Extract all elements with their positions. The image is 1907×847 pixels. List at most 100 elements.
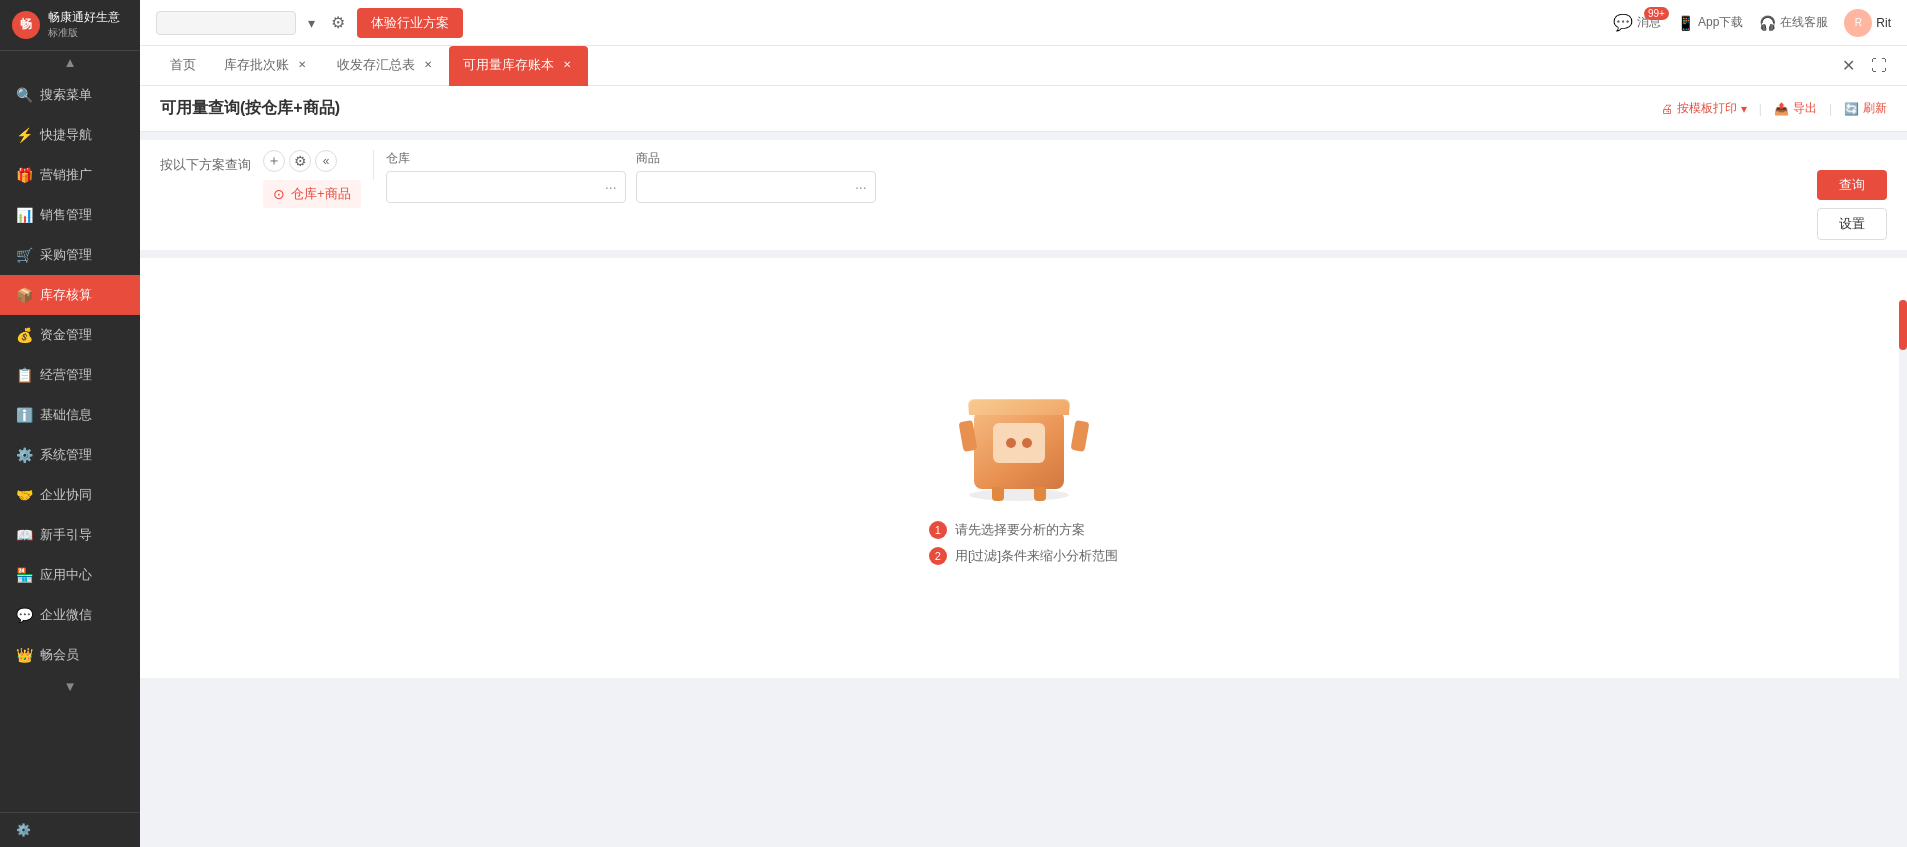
app-download-label: App下载 [1698, 14, 1743, 31]
goods-input[interactable] [645, 180, 855, 195]
refresh-icon: 🔄 [1844, 102, 1859, 116]
tip-num-1: 1 [929, 521, 947, 539]
tab-batch-accounts[interactable]: 库存批次账 ✕ [210, 46, 323, 86]
page-content: 可用量查询(按仓库+商品) 🖨 按模板打印 ▾ | 📤 导出 | 🔄 [140, 86, 1907, 847]
tab-stock-summary[interactable]: 收发存汇总表 ✕ [323, 46, 449, 86]
topbar-search-input[interactable] [156, 11, 296, 35]
sidebar-item-label: 应用中心 [40, 566, 92, 584]
phone-icon: 📱 [1677, 15, 1694, 31]
eye-left [1006, 438, 1016, 448]
sidebar-item-label: 系统管理 [40, 446, 92, 464]
sidebar-scroll-up[interactable]: ▲ [0, 51, 140, 75]
store-icon: 🏪 [16, 567, 32, 583]
warehouse-input-wrap: ··· [386, 171, 626, 203]
sidebar-item-wechat[interactable]: 💬 企业微信 [0, 595, 140, 635]
illustration-box [974, 411, 1064, 489]
book-icon: 📖 [16, 527, 32, 543]
user-profile[interactable]: R Rit [1844, 9, 1891, 37]
scheme-panel: ＋ ⚙ « ⊙ 仓库+商品 [263, 150, 361, 208]
sidebar-item-inventory[interactable]: 📦 库存核算 [0, 275, 140, 315]
sidebar: 畅 畅康通好生意 标准版 ▲ 🔍 搜索菜单 ⚡ 快捷导航 🎁 营销推广 📊 销售… [0, 0, 140, 847]
box-icon: 📦 [16, 287, 32, 303]
sidebar-item-basic[interactable]: ℹ️ 基础信息 [0, 395, 140, 435]
clipboard-icon: 📋 [16, 367, 32, 383]
sidebar-item-marketing[interactable]: 🎁 营销推广 [0, 155, 140, 195]
leg-left [992, 487, 1004, 501]
tab-maximize-btn[interactable]: ⛶ [1867, 53, 1891, 79]
chat-icon: 💬 [16, 607, 32, 623]
sidebar-item-label: 库存核算 [40, 286, 92, 304]
sidebar-item-operations[interactable]: 📋 经营管理 [0, 355, 140, 395]
export-btn[interactable]: 📤 导出 [1774, 100, 1817, 117]
tip-text-1: 请先选择要分析的方案 [955, 521, 1085, 539]
filter-field-goods: 商品 ··· [636, 150, 876, 203]
right-scrollbar-thumb[interactable] [1899, 300, 1907, 350]
sidebar-item-system[interactable]: ⚙️ 系统管理 [0, 435, 140, 475]
sidebar-item-sales[interactable]: 📊 销售管理 [0, 195, 140, 235]
refresh-btn[interactable]: 🔄 刷新 [1844, 100, 1887, 117]
add-scheme-btn[interactable]: ＋ [263, 150, 285, 172]
gift-icon: 🎁 [16, 167, 32, 183]
tab-batch-accounts-close[interactable]: ✕ [295, 58, 309, 72]
settings-icon: ⚙️ [16, 823, 31, 837]
export-icon: 📤 [1774, 102, 1789, 116]
illustration-lid [967, 399, 1069, 415]
filter-row-1: 仓库 ··· 商品 ··· [386, 150, 1789, 203]
online-service-action[interactable]: 🎧 在线客服 [1759, 14, 1828, 31]
filter-panel-divider [373, 150, 374, 180]
filter-buttons: 查询 设置 [1817, 170, 1887, 240]
main-wrapper: ▾ ⚙ 体验行业方案 💬 消息 99+ 📱 App下载 🎧 在线客服 [140, 0, 1907, 847]
sidebar-bottom-settings[interactable]: ⚙️ [0, 812, 140, 847]
warehouse-input[interactable] [395, 180, 605, 195]
sidebar-item-finance[interactable]: 💰 资金管理 [0, 315, 140, 355]
sidebar-item-newbie[interactable]: 📖 新手引导 [0, 515, 140, 555]
sidebar-item-membership[interactable]: 👑 畅会员 [0, 635, 140, 675]
filter-field-warehouse: 仓库 ··· [386, 150, 626, 203]
topbar-gear-btn[interactable]: ⚙ [327, 9, 349, 36]
query-btn[interactable]: 查询 [1817, 170, 1887, 200]
app-logo: 畅 [12, 11, 40, 39]
topbar-dropdown-btn[interactable]: ▾ [304, 11, 319, 35]
online-service-label: 在线客服 [1780, 14, 1828, 31]
empty-tip-2: 2 用[过滤]条件来缩小分析范围 [929, 547, 1118, 565]
goods-more-btn[interactable]: ··· [855, 179, 867, 195]
settings-btn[interactable]: 设置 [1817, 208, 1887, 240]
edit-scheme-btn[interactable]: ⚙ [289, 150, 311, 172]
sidebar-item-label: 企业协同 [40, 486, 92, 504]
sidebar-item-purchase[interactable]: 🛒 采购管理 [0, 235, 140, 275]
tabs-bar: 首页 库存批次账 ✕ 收发存汇总表 ✕ 可用量库存账本 ✕ ✕ ⛶ [140, 46, 1907, 86]
main-content: ▾ ⚙ 体验行业方案 💬 消息 99+ 📱 App下载 🎧 在线客服 [140, 0, 1907, 847]
sidebar-scroll-down[interactable]: ▼ [0, 675, 140, 699]
topbar-actions: 💬 消息 99+ 📱 App下载 🎧 在线客服 R Rit [1613, 9, 1891, 37]
export-label: 导出 [1793, 100, 1817, 117]
sidebar-item-quick-nav[interactable]: ⚡ 快捷导航 [0, 115, 140, 155]
empty-tip-1: 1 请先选择要分析的方案 [929, 521, 1118, 539]
tab-stock-summary-label: 收发存汇总表 [337, 56, 415, 74]
message-action[interactable]: 💬 消息 99+ [1613, 13, 1661, 32]
arm-right [1070, 420, 1089, 452]
sidebar-item-search[interactable]: 🔍 搜索菜单 [0, 75, 140, 115]
warehouse-more-btn[interactable]: ··· [605, 179, 617, 195]
tab-available-stock[interactable]: 可用量库存账本 ✕ [449, 46, 588, 86]
sidebar-item-label: 快捷导航 [40, 126, 92, 144]
industry-btn[interactable]: 体验行业方案 [357, 8, 463, 38]
refresh-label: 刷新 [1863, 100, 1887, 117]
tab-stock-summary-close[interactable]: ✕ [421, 58, 435, 72]
tab-close-all-btn[interactable]: ✕ [1838, 52, 1859, 79]
sidebar-item-apps[interactable]: 🏪 应用中心 [0, 555, 140, 595]
tab-batch-accounts-label: 库存批次账 [224, 56, 289, 74]
app-download-action[interactable]: 📱 App下载 [1677, 14, 1743, 31]
sidebar-item-enterprise[interactable]: 🤝 企业协同 [0, 475, 140, 515]
tab-available-stock-close[interactable]: ✕ [560, 58, 574, 72]
search-icon: 🔍 [16, 87, 32, 103]
filter-panel: 按以下方案查询 ＋ ⚙ « ⊙ 仓库+商品 [140, 140, 1907, 250]
scheme-item-warehouse-goods[interactable]: ⊙ 仓库+商品 [263, 180, 361, 208]
collapse-scheme-btn[interactable]: « [315, 150, 337, 172]
sidebar-item-label: 新手引导 [40, 526, 92, 544]
tab-home[interactable]: 首页 [156, 46, 210, 86]
tab-home-label: 首页 [170, 56, 196, 74]
info-icon: ℹ️ [16, 407, 32, 423]
print-template-btn[interactable]: 🖨 按模板打印 ▾ [1661, 100, 1747, 117]
page-title: 可用量查询(按仓库+商品) [160, 98, 340, 119]
chart-icon: 📊 [16, 207, 32, 223]
